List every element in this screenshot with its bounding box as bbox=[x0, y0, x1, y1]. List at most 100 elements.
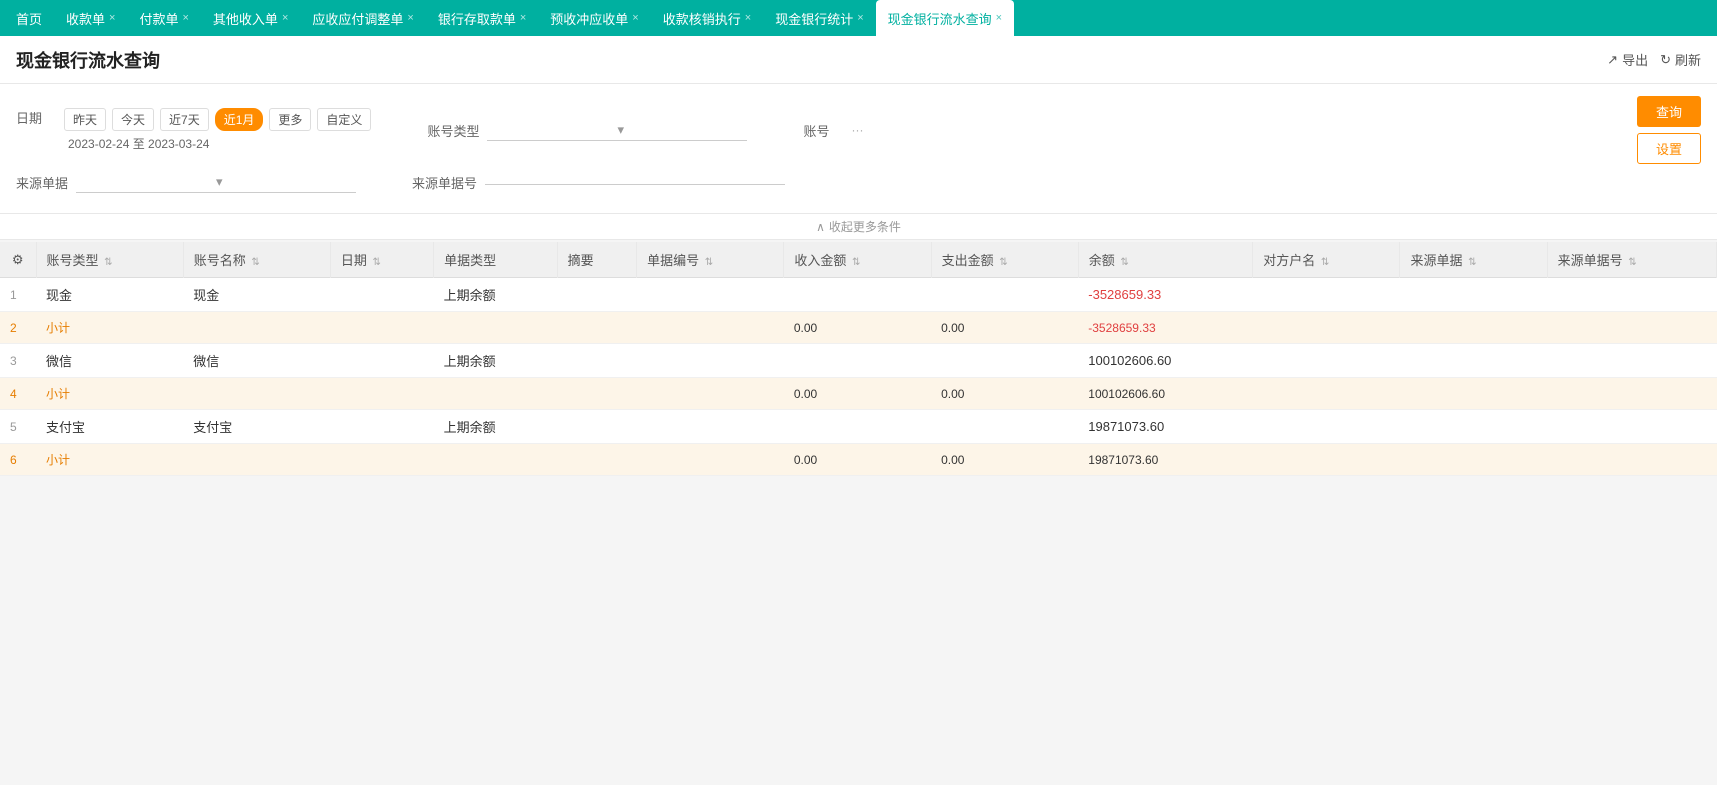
col-doc-no[interactable]: 单据编号 ⇅ bbox=[637, 242, 784, 278]
col-summary-label: 摘要 bbox=[568, 253, 594, 268]
source-doc-no-input[interactable] bbox=[485, 180, 785, 185]
close-icon[interactable]: × bbox=[632, 12, 638, 24]
nav-prepay[interactable]: 预收冲应收单 × bbox=[538, 0, 650, 36]
chevron-down-icon: ▾ bbox=[617, 122, 743, 138]
col-balance[interactable]: 余额 ⇅ bbox=[1078, 242, 1252, 278]
close-icon[interactable]: × bbox=[282, 12, 288, 24]
col-source-doc-no[interactable]: 来源单据号 ⇅ bbox=[1547, 242, 1716, 278]
cell-date bbox=[330, 278, 433, 312]
nav-home[interactable]: 首页 bbox=[4, 0, 54, 36]
nav-payment[interactable]: 付款单 × bbox=[127, 0, 200, 36]
cell-income: 0.00 bbox=[784, 312, 931, 344]
cell-doc-no bbox=[637, 278, 784, 312]
sort-icon: ⇅ bbox=[104, 257, 112, 268]
cell-counter-party bbox=[1253, 410, 1400, 444]
cell-counter-party bbox=[1253, 344, 1400, 378]
date-yesterday[interactable]: 昨天 bbox=[64, 108, 106, 131]
close-icon[interactable]: × bbox=[520, 12, 526, 24]
close-icon[interactable]: × bbox=[745, 12, 751, 24]
cell-income bbox=[784, 344, 931, 378]
cell-expense bbox=[931, 278, 1078, 312]
cell-date bbox=[330, 344, 433, 378]
cell-source-doc bbox=[1400, 378, 1547, 410]
close-icon[interactable]: × bbox=[857, 12, 863, 24]
cell-balance: -3528659.33 bbox=[1078, 278, 1252, 312]
col-date[interactable]: 日期 ⇅ bbox=[330, 242, 433, 278]
cell-summary bbox=[557, 410, 637, 444]
action-buttons: 查询 设置 bbox=[1637, 96, 1701, 164]
row-num: 4 bbox=[0, 378, 36, 410]
cell-doc-type: 上期余额 bbox=[434, 344, 558, 378]
date-today[interactable]: 今天 bbox=[112, 108, 154, 131]
close-icon[interactable]: × bbox=[996, 12, 1002, 24]
close-icon[interactable]: × bbox=[109, 12, 115, 24]
col-summary[interactable]: 摘要 bbox=[557, 242, 637, 278]
query-button[interactable]: 查询 bbox=[1637, 96, 1701, 127]
export-button[interactable]: ↗ 导出 bbox=[1607, 50, 1648, 69]
cell-account-name: 现金 bbox=[183, 278, 330, 312]
cell-account-name bbox=[183, 312, 330, 344]
cell-counter-party bbox=[1253, 312, 1400, 344]
nav-verify[interactable]: 收款核销执行 × bbox=[651, 0, 763, 36]
cell-account-type: 微信 bbox=[36, 344, 183, 378]
col-doc-type-label: 单据类型 bbox=[444, 253, 496, 268]
cell-source-doc bbox=[1400, 312, 1547, 344]
col-income[interactable]: 收入金额 ⇅ bbox=[784, 242, 931, 278]
sort-icon: ⇅ bbox=[1120, 257, 1128, 268]
cell-expense: 0.00 bbox=[931, 444, 1078, 476]
filter-area: 日期 昨天 今天 近7天 近1月 更多 自定义 2023-02-24 至 202… bbox=[0, 84, 1717, 214]
chevron-down-icon: ▾ bbox=[216, 174, 352, 190]
settings-button[interactable]: 设置 bbox=[1637, 133, 1701, 164]
close-icon[interactable]: × bbox=[182, 12, 188, 24]
cell-summary bbox=[557, 344, 637, 378]
cell-income: 0.00 bbox=[784, 444, 931, 476]
cell-account-type: 小计 bbox=[36, 444, 183, 476]
col-account-type[interactable]: 账号类型 ⇅ bbox=[36, 242, 183, 278]
date-more[interactable]: 更多 bbox=[269, 108, 311, 131]
col-income-label: 收入金额 bbox=[794, 253, 846, 268]
date-custom[interactable]: 自定义 bbox=[317, 108, 371, 131]
cell-doc-no bbox=[637, 444, 784, 476]
close-icon[interactable]: × bbox=[407, 12, 413, 24]
cell-balance: 19871073.60 bbox=[1078, 410, 1252, 444]
cell-summary bbox=[557, 278, 637, 312]
cell-account-type: 小计 bbox=[36, 378, 183, 410]
source-doc-select[interactable]: ▾ bbox=[76, 172, 356, 193]
cell-date bbox=[330, 312, 433, 344]
sort-icon: ⇅ bbox=[999, 257, 1007, 268]
filter-row-1: 日期 昨天 今天 近7天 近1月 更多 自定义 2023-02-24 至 202… bbox=[16, 96, 1701, 164]
date-7days[interactable]: 近7天 bbox=[160, 108, 209, 131]
cell-doc-type: 上期余额 bbox=[434, 278, 558, 312]
table-row: 5 支付宝 支付宝 上期余额 19871073.60 bbox=[0, 410, 1717, 444]
row-num: 3 bbox=[0, 344, 36, 378]
col-source-doc[interactable]: 来源单据 ⇅ bbox=[1400, 242, 1547, 278]
col-account-name[interactable]: 账号名称 ⇅ bbox=[183, 242, 330, 278]
table-row: 4 小计 0.00 0.00 100102606.60 bbox=[0, 378, 1717, 410]
col-counter-party[interactable]: 对方户名 ⇅ bbox=[1253, 242, 1400, 278]
data-table: ⚙ 账号类型 ⇅ 账号名称 ⇅ 日期 ⇅ 单据类型 摘要 bbox=[0, 242, 1717, 476]
cell-account-type: 小计 bbox=[36, 312, 183, 344]
col-doc-type[interactable]: 单据类型 bbox=[434, 242, 558, 278]
nav-bank-deposit[interactable]: 银行存取款单 × bbox=[426, 0, 538, 36]
refresh-button[interactable]: ↻ 刷新 bbox=[1660, 50, 1701, 69]
table-row: 6 小计 0.00 0.00 19871073.60 bbox=[0, 444, 1717, 476]
table-header-row: ⚙ 账号类型 ⇅ 账号名称 ⇅ 日期 ⇅ 单据类型 摘要 bbox=[0, 242, 1717, 278]
source-doc-filter: 来源单据 ▾ bbox=[16, 172, 356, 193]
account-type-select[interactable]: ▾ bbox=[487, 120, 747, 141]
col-expense[interactable]: 支出金额 ⇅ bbox=[931, 242, 1078, 278]
nav-flow-query[interactable]: 现金银行流水查询 × bbox=[876, 0, 1014, 36]
nav-stats[interactable]: 现金银行统计 × bbox=[763, 0, 875, 36]
col-source-doc-no-label: 来源单据号 bbox=[1558, 253, 1623, 268]
col-settings[interactable]: ⚙ bbox=[0, 242, 36, 278]
cell-counter-party bbox=[1253, 278, 1400, 312]
cell-balance: -3528659.33 bbox=[1078, 312, 1252, 344]
nav-receipt[interactable]: 收款单 × bbox=[54, 0, 127, 36]
row-num: 6 bbox=[0, 444, 36, 476]
date-1month[interactable]: 近1月 bbox=[215, 108, 264, 131]
account-no-more[interactable]: ··· bbox=[851, 123, 863, 137]
nav-other-income[interactable]: 其他收入单 × bbox=[201, 0, 300, 36]
nav-bar: 首页 收款单 × 付款单 × 其他收入单 × 应收应付调整单 × 银行存取款单 … bbox=[0, 0, 1717, 36]
collapse-button[interactable]: ∧ 收起更多条件 bbox=[816, 218, 901, 235]
nav-adjustment[interactable]: 应收应付调整单 × bbox=[300, 0, 425, 36]
cell-account-name bbox=[183, 444, 330, 476]
